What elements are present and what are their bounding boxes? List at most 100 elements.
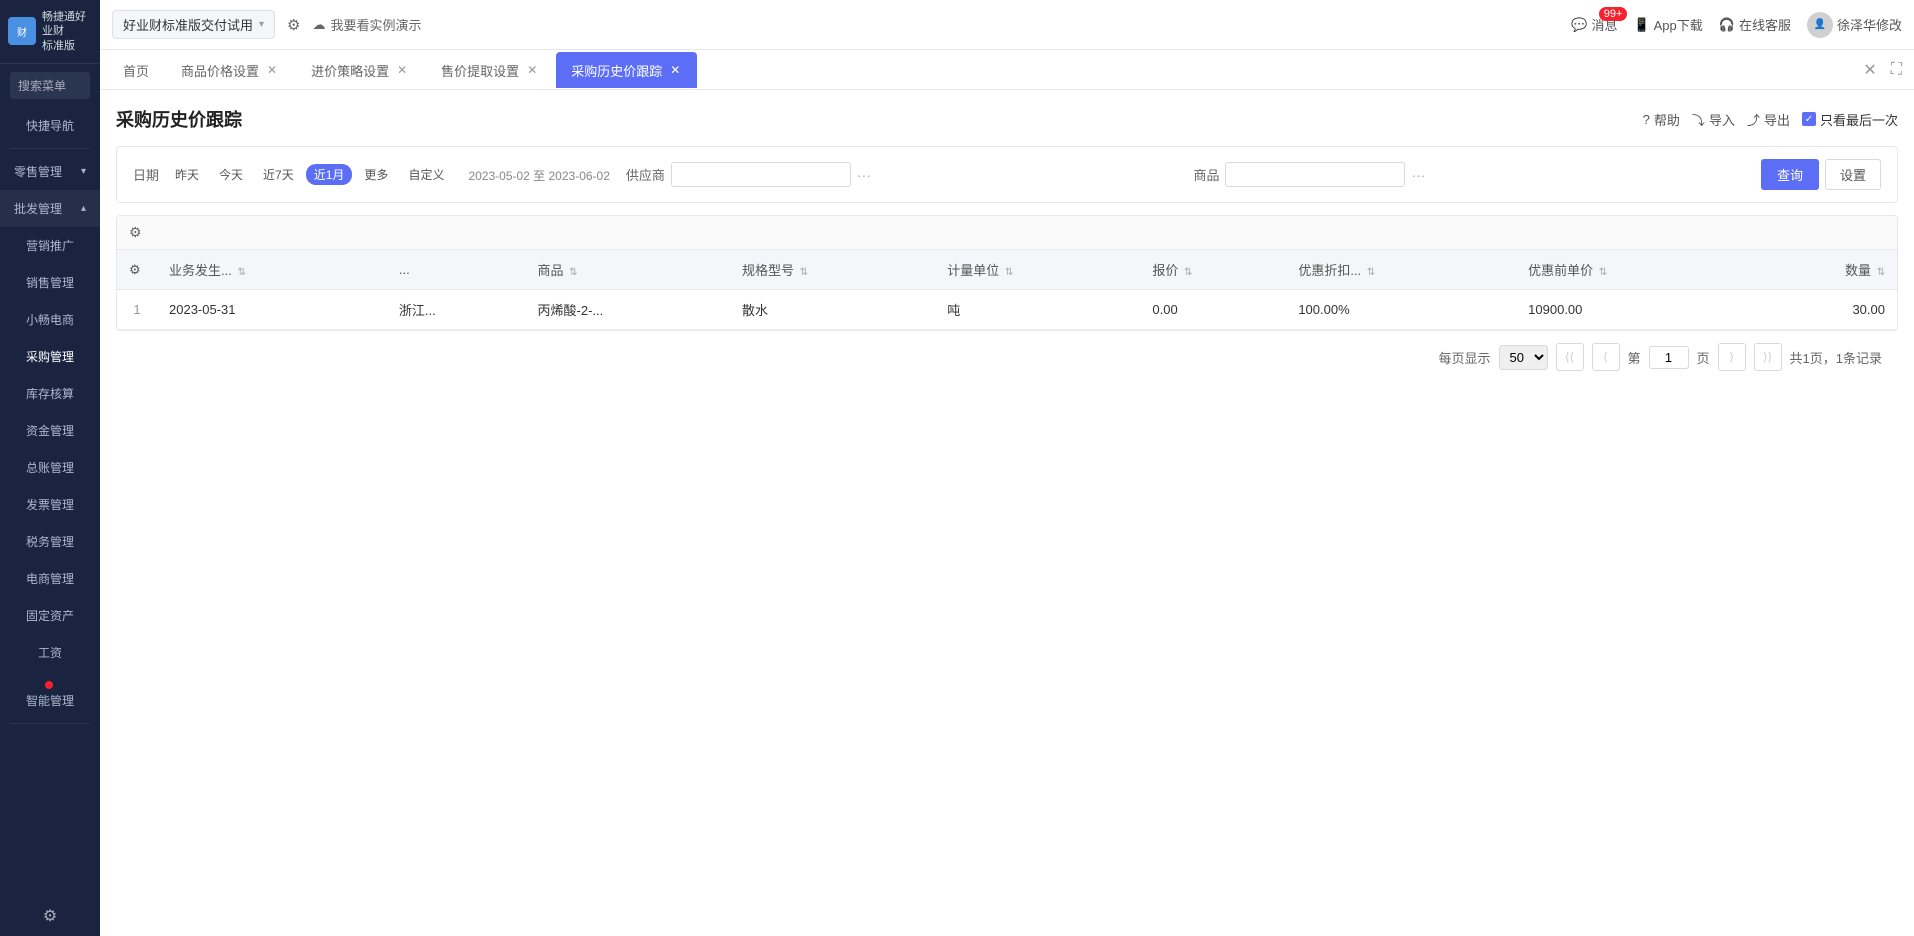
tab-price-settings[interactable]: 商品价格设置 ✕ <box>166 52 294 88</box>
col-dots[interactable]: ... <box>387 250 526 290</box>
version-selector-text: 好业财标准版交付试用 <box>123 15 253 34</box>
row-num: 1 <box>117 290 157 330</box>
tab-purchase-strategy-close-icon[interactable]: ✕ <box>395 62 409 78</box>
data-table-container: ⚙ ⚙ 业务发生... ⇅ ... <box>116 215 1898 331</box>
fixed-assets-label: 固定资产 <box>26 607 74 624</box>
col-gear[interactable]: ⚙ <box>117 250 157 290</box>
tab-price-settings-label: 商品价格设置 <box>181 61 259 80</box>
goods-input[interactable] <box>1225 162 1405 187</box>
col-unit[interactable]: 计量单位 ⇅ <box>935 250 1140 290</box>
messages-button[interactable]: 💬 消息 99+ <box>1571 15 1617 34</box>
next-page-button[interactable]: ⟩ <box>1718 343 1746 371</box>
tab-sale-price[interactable]: 售价提取设置 ✕ <box>426 52 554 88</box>
sidebar-item-quick-nav[interactable]: 快捷导航 <box>0 107 100 144</box>
table-header-row: ⚙ 业务发生... ⇅ ... 商品 ⇅ <box>117 250 1897 290</box>
tabbar: 首页 商品价格设置 ✕ 进价策略设置 ✕ 售价提取设置 ✕ 采购历史价跟踪 ✕ … <box>100 50 1914 90</box>
tab-history-price-close-icon[interactable]: ✕ <box>668 62 682 78</box>
cell-business-date: 2023-05-31 <box>157 290 387 330</box>
last-only-checkbox[interactable]: ✓ 只看最后一次 <box>1802 110 1898 129</box>
close-tab-icon[interactable]: ✕ <box>1859 56 1880 84</box>
supplier-label: 供应商 <box>626 165 665 184</box>
demo-link[interactable]: ☁ 我要看实例演示 <box>313 15 422 34</box>
demo-label: 我要看实例演示 <box>331 15 422 34</box>
online-service-button[interactable]: 🎧 在线客服 <box>1719 15 1791 34</box>
table-settings-icon[interactable]: ⚙ <box>129 224 142 241</box>
quick-nav-label: 快捷导航 <box>26 117 74 134</box>
maximize-tab-icon[interactable]: ⛶ <box>1887 57 1906 83</box>
col-spec-label: 规格型号 <box>742 263 794 278</box>
user-menu-button[interactable]: 👤 徐泽华修改 <box>1807 12 1902 38</box>
export-button[interactable]: ⤴ 导出 <box>1747 110 1790 129</box>
sidebar-item-purchase[interactable]: 采购管理 <box>0 338 100 375</box>
date-option-today[interactable]: 今天 <box>211 164 251 185</box>
sidebar-item-ecommerce-small[interactable]: 小畅电商 <box>0 301 100 338</box>
sidebar-item-finance[interactable]: 资金管理 <box>0 412 100 449</box>
col-spec[interactable]: 规格型号 ⇅ <box>730 250 935 290</box>
goods-dots[interactable]: ··· <box>1411 167 1425 183</box>
sort-icon-spec: ⇅ <box>800 267 808 278</box>
messages-badge: 99+ <box>1599 7 1628 21</box>
sidebar-item-wholesale[interactable]: 批发管理 ▴ <box>0 190 100 227</box>
col-quantity[interactable]: 数量 ⇅ <box>1751 250 1897 290</box>
import-label: 导入 <box>1709 110 1735 129</box>
tab-sale-price-label: 售价提取设置 <box>441 61 519 80</box>
main-content: 好业财标准版交付试用 ▾ ⚙ ☁ 我要看实例演示 💬 消息 99+ 📱 App下… <box>100 0 1914 936</box>
search-menu-button[interactable]: 搜索菜单 <box>10 72 90 99</box>
logo-text: 畅捷通好业财 标准版 <box>42 10 92 53</box>
finance-label: 资金管理 <box>26 422 74 439</box>
col-discount[interactable]: 优惠折扣... ⇅ <box>1286 250 1516 290</box>
col-pre-discount-price[interactable]: 优惠前单价 ⇅ <box>1516 250 1751 290</box>
sidebar-item-marketing[interactable]: 营销推广 <box>0 227 100 264</box>
headphone-icon: 🎧 <box>1719 17 1735 33</box>
supplier-dots[interactable]: ··· <box>857 167 871 183</box>
app-download-button[interactable]: 📱 App下载 <box>1633 15 1702 34</box>
col-business-date[interactable]: 业务发生... ⇅ <box>157 250 387 290</box>
date-option-yesterday[interactable]: 昨天 <box>167 164 207 185</box>
sidebar-item-sales[interactable]: 销售管理 <box>0 264 100 301</box>
sidebar-item-general-ledger[interactable]: 总账管理 <box>0 449 100 486</box>
sidebar-item-smart-mgmt[interactable]: 智能管理 <box>0 671 100 719</box>
tab-home[interactable]: 首页 <box>108 52 164 88</box>
filter-actions: 查询 设置 <box>1761 159 1881 190</box>
sidebar-item-retail[interactable]: 零售管理 ▾ <box>0 153 100 190</box>
tab-purchase-strategy[interactable]: 进价策略设置 ✕ <box>296 52 424 88</box>
date-option-custom[interactable]: 自定义 <box>400 164 452 185</box>
supplier-input[interactable] <box>671 162 851 187</box>
tab-sale-price-close-icon[interactable]: ✕ <box>525 62 539 78</box>
col-quoted-price[interactable]: 报价 ⇅ <box>1140 250 1286 290</box>
marketing-label: 营销推广 <box>26 237 74 254</box>
topbar-right: 💬 消息 99+ 📱 App下载 🎧 在线客服 👤 徐泽华修改 <box>1571 12 1902 38</box>
import-button[interactable]: ⤵ 导入 <box>1692 110 1735 129</box>
sidebar-item-payroll[interactable]: 工资 <box>0 634 100 671</box>
sidebar-item-invoice[interactable]: 发票管理 <box>0 486 100 523</box>
prev-page-button[interactable]: ⟨ <box>1592 343 1620 371</box>
ecommerce-label: 电商管理 <box>26 570 74 587</box>
date-option-more[interactable]: 更多 <box>356 164 396 185</box>
help-button[interactable]: ? 帮助 <box>1643 110 1680 129</box>
sidebar-item-tax[interactable]: 税务管理 <box>0 523 100 560</box>
settings-gear-icon[interactable]: ⚙ <box>283 12 304 38</box>
page-title: 采购历史价跟踪 <box>116 106 242 132</box>
tab-price-settings-close-icon[interactable]: ✕ <box>265 62 279 78</box>
page-number-input[interactable] <box>1649 346 1689 369</box>
col-goods[interactable]: 商品 ⇅ <box>526 250 731 290</box>
version-selector[interactable]: 好业财标准版交付试用 ▾ <box>112 10 275 39</box>
cell-quoted-price: 0.00 <box>1140 290 1286 330</box>
settings-button[interactable]: 设置 <box>1825 159 1881 190</box>
date-range-display: 2023-05-02 至 2023-06-02 <box>468 167 609 184</box>
sidebar-item-fixed-assets[interactable]: 固定资产 <box>0 597 100 634</box>
last-page-button[interactable]: ⟩⟩ <box>1754 343 1782 371</box>
sidebar-item-inventory[interactable]: 库存核算 <box>0 375 100 412</box>
tab-history-price[interactable]: 采购历史价跟踪 ✕ <box>556 52 697 88</box>
avatar: 👤 <box>1807 12 1833 38</box>
total-info: 共1页，1条记录 <box>1790 348 1882 367</box>
first-page-button[interactable]: ⟨⟨ <box>1556 343 1584 371</box>
sidebar-item-ecommerce[interactable]: 电商管理 <box>0 560 100 597</box>
online-service-label: 在线客服 <box>1739 15 1791 34</box>
query-button[interactable]: 查询 <box>1761 159 1819 190</box>
settings-icon[interactable]: ⚙ <box>43 908 57 925</box>
date-option-1month[interactable]: 近1月 <box>306 164 353 185</box>
per-page-select[interactable]: 50 <box>1499 345 1548 370</box>
date-option-7days[interactable]: 近7天 <box>255 164 302 185</box>
cell-discount: 100.00% <box>1286 290 1516 330</box>
